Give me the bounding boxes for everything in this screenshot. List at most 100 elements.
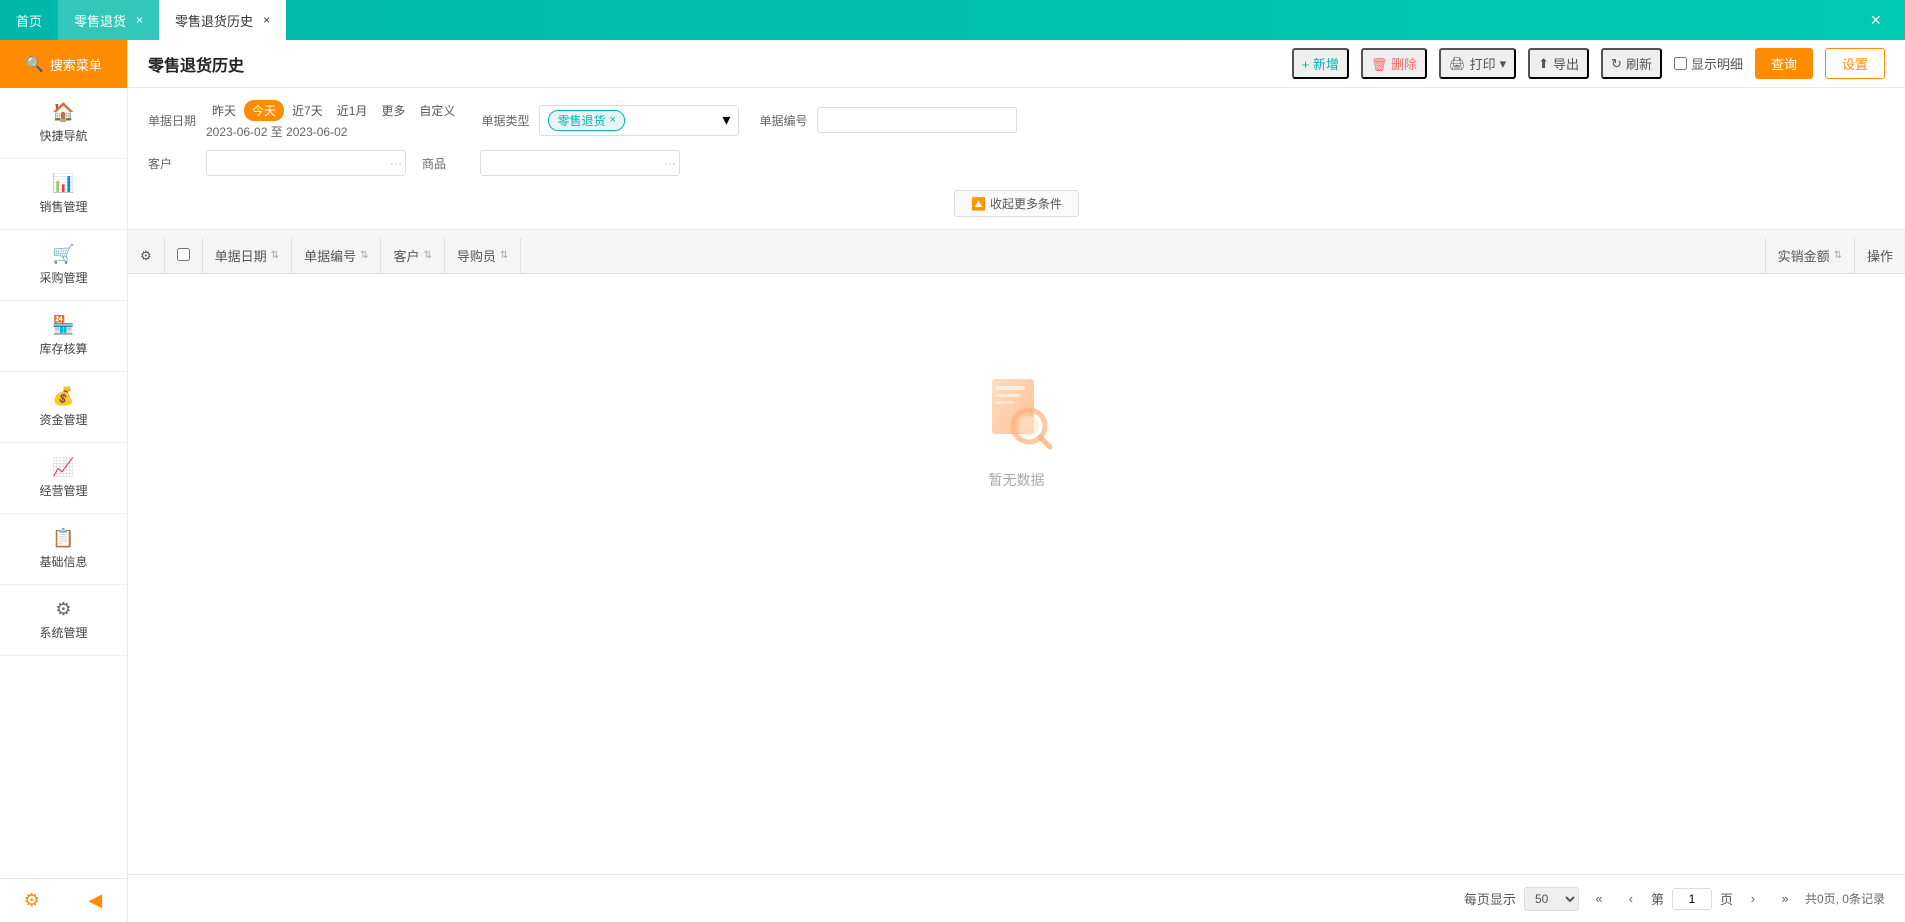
col-middle-space — [521, 238, 1765, 274]
new-button[interactable]: + 新增 — [1292, 48, 1349, 79]
sidebar-item-finance-label: 资金管理 — [39, 411, 87, 428]
sidebar-item-quick-nav-label: 快捷导航 — [39, 127, 87, 144]
sidebar-settings-button[interactable]: ⚙ — [0, 879, 64, 922]
number-filter-input[interactable] — [817, 107, 1017, 133]
print-dropdown-icon: ▾ — [1500, 56, 1507, 72]
export-button[interactable]: ⬆ 导出 — [1528, 48, 1589, 79]
show-detail-checkbox-group[interactable]: 显示明细 — [1674, 54, 1743, 73]
date-option-custom[interactable]: 自定义 — [413, 100, 461, 121]
table-container: ⚙ 单据日期 ⇅ 单据编号 — [128, 238, 1905, 874]
system-icon: ⚙ — [55, 599, 71, 620]
date-options: 昨天 今天 近7天 近1月 更多 自定义 2023-06-02 至 2023-0… — [206, 100, 461, 140]
collapse-up-icon: 🔼 — [971, 197, 986, 211]
operations-icon: 📈 — [52, 457, 74, 478]
date-option-7days[interactable]: 近7天 — [286, 100, 329, 121]
setting-button[interactable]: 设置 — [1825, 48, 1885, 79]
tab-retail-return-history[interactable]: 零售退货历史 × — [159, 0, 286, 40]
query-button[interactable]: 查询 — [1755, 48, 1813, 79]
tab-retail-return-history-close[interactable]: × — [263, 13, 270, 27]
type-select[interactable]: 零售退货 × ▾ — [539, 105, 739, 136]
col-date-sort-icon[interactable]: ⇅ — [271, 250, 279, 261]
delete-button[interactable]: 🗑 删除 — [1361, 48, 1427, 79]
sales-icon: 📊 — [52, 173, 74, 194]
page-size-select[interactable]: 10 20 50 100 — [1524, 887, 1579, 911]
col-number-sort-icon[interactable]: ⇅ — [360, 250, 368, 261]
empty-state: 暂无数据 — [128, 274, 1905, 590]
col-customer: 客户 ⇅ — [381, 238, 444, 274]
sidebar-search[interactable]: 🔍 搜索菜单 — [0, 40, 127, 88]
sidebar-item-purchase-mgmt-label: 采购管理 — [39, 269, 87, 286]
export-icon: ⬆ — [1538, 56, 1549, 72]
date-option-list: 昨天 今天 近7天 近1月 更多 自定义 — [206, 100, 461, 121]
select-all-checkbox[interactable] — [177, 248, 190, 261]
sidebar-item-inventory[interactable]: 🏪 库存核算 — [0, 301, 127, 372]
column-settings-icon[interactable]: ⚙ — [140, 248, 152, 263]
sidebar-item-finance[interactable]: 💰 资金管理 — [0, 372, 127, 443]
col-customer-label: 客户 — [393, 246, 419, 265]
date-range-display: 2023-06-02 至 2023-06-02 — [206, 123, 461, 140]
sidebar-item-sales-mgmt[interactable]: 📊 销售管理 — [0, 159, 127, 230]
sidebar-item-quick-nav[interactable]: 🏠 快捷导航 — [0, 88, 127, 159]
collapse-label: 收起更多条件 — [990, 195, 1062, 212]
next-page-button[interactable]: › — [1741, 887, 1765, 911]
sidebar-item-basic-info[interactable]: 📋 基础信息 — [0, 514, 127, 585]
page-number-input[interactable] — [1672, 888, 1712, 910]
window-close-button[interactable]: × — [1862, 6, 1889, 35]
type-tag: 零售退货 × — [548, 110, 624, 131]
type-filter-label: 单据类型 — [481, 112, 531, 129]
col-guide-label: 导购员 — [457, 246, 496, 265]
tab-retail-return-label: 零售退货 — [74, 11, 126, 30]
first-page-button[interactable]: « — [1587, 887, 1611, 911]
print-button[interactable]: 🖨 打印 ▾ — [1439, 48, 1516, 79]
print-icon: 🖨 — [1449, 56, 1466, 72]
sidebar-item-purchase-mgmt[interactable]: 🛒 采购管理 — [0, 230, 127, 301]
sidebar-item-operations[interactable]: 📈 经营管理 — [0, 443, 127, 514]
tab-retail-return-close[interactable]: × — [136, 13, 143, 27]
purchase-icon: 🛒 — [52, 244, 74, 265]
content-area: 零售退货历史 + 新增 🗑 删除 🖨 打印 ▾ ⬆ 导出 ↻ 刷新 — [128, 40, 1905, 922]
col-customer-sort-icon[interactable]: ⇅ — [423, 250, 431, 261]
sidebar-collapse-button[interactable]: ◀ — [64, 879, 128, 922]
type-tag-label: 零售退货 — [557, 112, 605, 129]
col-guide-sort-icon[interactable]: ⇅ — [500, 250, 508, 261]
sidebar-item-system[interactable]: ⚙ 系统管理 — [0, 585, 127, 656]
tab-retail-return[interactable]: 零售退货 × — [58, 0, 159, 40]
type-select-dropdown-icon: ▾ — [722, 110, 730, 130]
sidebar-item-operations-label: 经营管理 — [39, 482, 87, 499]
data-table: ⚙ 单据日期 ⇅ 单据编号 — [128, 238, 1905, 590]
col-amount-sort-icon[interactable]: ⇅ — [1834, 250, 1842, 261]
type-tag-close-icon[interactable]: × — [609, 114, 615, 126]
empty-row: 暂无数据 — [128, 274, 1905, 591]
goods-filter-group: 商品 ··· — [422, 150, 676, 176]
tab-home[interactable]: 首页 — [0, 0, 58, 40]
col-checkbox — [164, 238, 202, 274]
refresh-label: 刷新 — [1626, 54, 1652, 73]
type-filter-group: 单据类型 零售退货 × ▾ — [481, 105, 739, 136]
goods-filter-input[interactable] — [480, 150, 680, 176]
table-header-row: ⚙ 单据日期 ⇅ 单据编号 — [128, 238, 1905, 274]
date-option-1month[interactable]: 近1月 — [331, 100, 374, 121]
col-number: 单据编号 ⇅ — [292, 238, 381, 274]
customer-filter-label: 客户 — [148, 155, 198, 172]
customer-filter-input[interactable] — [206, 150, 406, 176]
col-date-label: 单据日期 — [215, 246, 267, 265]
date-option-yesterday[interactable]: 昨天 — [206, 100, 242, 121]
col-settings: ⚙ — [128, 238, 164, 274]
sidebar: 🔍 搜索菜单 🏠 快捷导航 📊 销售管理 🛒 采购管理 🏪 库存核算 💰 — [0, 40, 128, 922]
col-action: 操作 — [1854, 238, 1905, 274]
number-filter-group: 单据编号 — [759, 107, 1017, 133]
collapse-button[interactable]: 🔼 收起更多条件 — [954, 190, 1079, 217]
page-header: 零售退货历史 + 新增 🗑 删除 🖨 打印 ▾ ⬆ 导出 ↻ 刷新 — [128, 40, 1905, 88]
prev-page-button[interactable]: ‹ — [1619, 887, 1643, 911]
date-option-more[interactable]: 更多 — [375, 100, 411, 121]
finance-icon: 💰 — [52, 386, 74, 407]
date-option-today[interactable]: 今天 — [244, 100, 284, 121]
page-label: 第 — [1651, 889, 1664, 908]
goods-filter-label: 商品 — [422, 155, 472, 172]
last-page-button[interactable]: » — [1773, 887, 1797, 911]
pagination-bar: 每页显示 10 20 50 100 « ‹ 第 页 › » 共0页, 0条记录 — [128, 874, 1905, 922]
show-detail-checkbox[interactable] — [1674, 57, 1687, 70]
top-bar: 首页 零售退货 × 零售退货历史 × × — [0, 0, 1905, 40]
refresh-button[interactable]: ↻ 刷新 — [1601, 48, 1662, 79]
topbar-right: × — [1862, 6, 1905, 35]
